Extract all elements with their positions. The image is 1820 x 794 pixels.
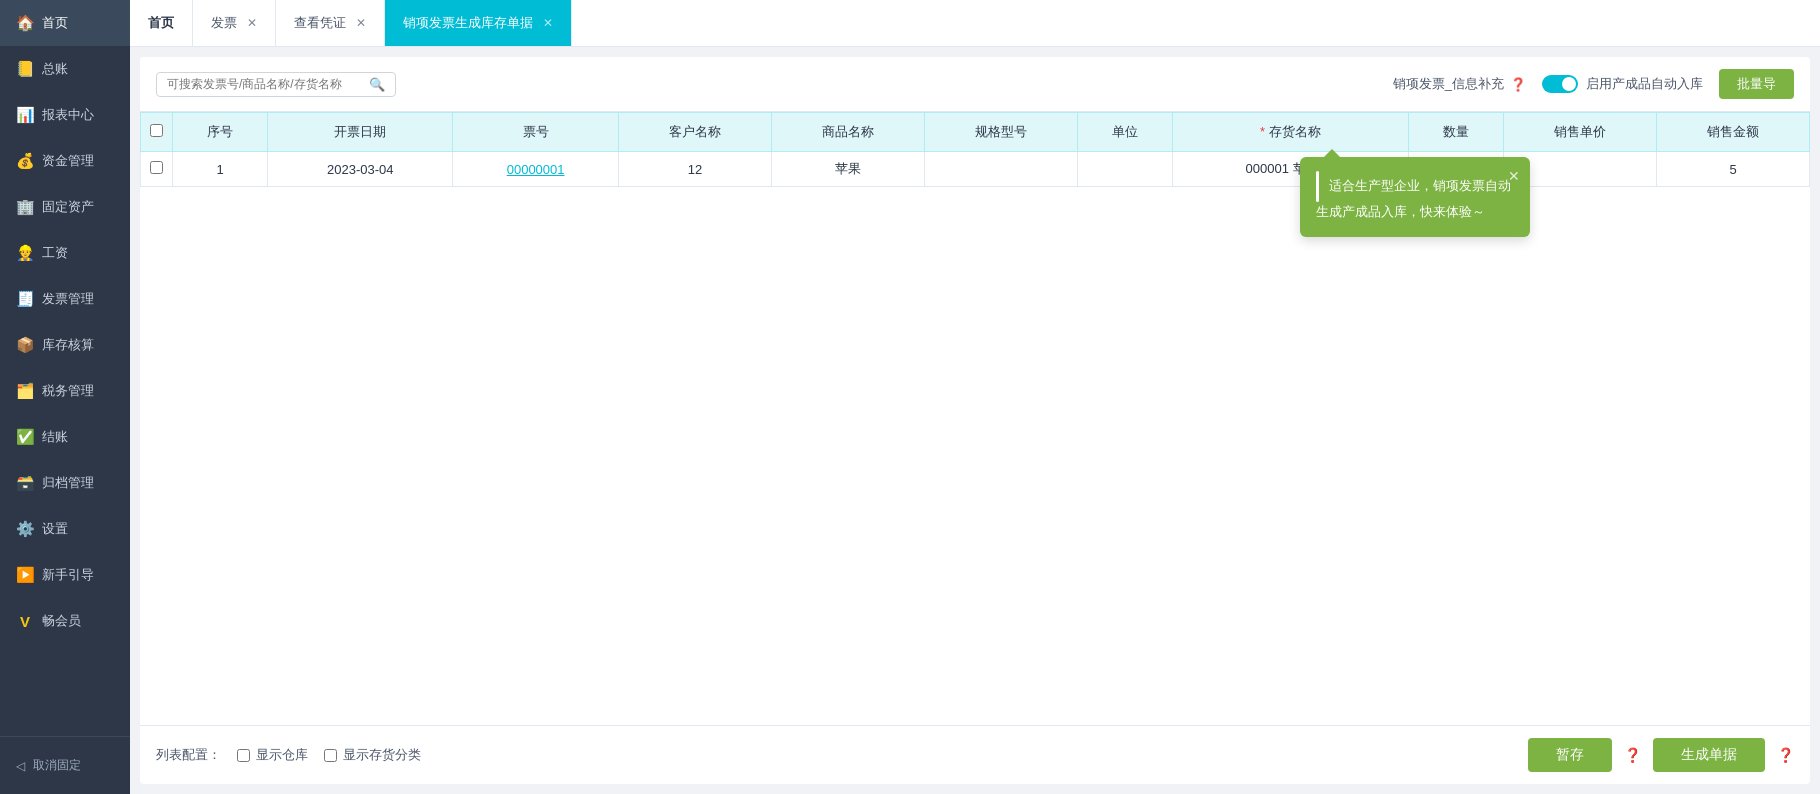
sidebar-item-vip[interactable]: V 畅会员 [0,598,130,644]
row-customer: 12 [619,152,772,187]
footer-buttons: 暂存 ❓ 生成单据 ❓ [1528,738,1794,772]
save-button[interactable]: 暂存 [1528,738,1612,772]
th-checkbox [141,113,173,152]
save-help-icon[interactable]: ❓ [1624,747,1641,763]
tab-view-voucher[interactable]: 查看凭证 ✕ [276,0,385,46]
auto-warehouse-toggle[interactable] [1542,75,1578,93]
reports-icon: 📊 [16,106,34,124]
sidebar-item-funds[interactable]: 💰 资金管理 [0,138,130,184]
ledger-icon: 📒 [16,60,34,78]
sidebar-item-hr[interactable]: 👷 工资 [0,230,130,276]
tooltip-popup: ✕ 适合生产型企业，销项发票自动生成产成品入库，快来体验～ [1300,157,1530,237]
tax-icon: 🗂️ [16,382,34,400]
th-quantity: 数量 [1408,113,1503,152]
invoice-icon: 🧾 [16,290,34,308]
fixed-assets-icon: 🏢 [16,198,34,216]
info-help-icon[interactable]: ❓ [1510,77,1526,92]
tab-sales-invoice[interactable]: 销项发票生成库存单据 ✕ [385,0,572,46]
th-customer: 客户名称 [619,113,772,152]
row-spec [924,152,1077,187]
row-seq: 1 [173,152,268,187]
data-table: 序号 开票日期 票号 客户名称 商品名称 规格型号 单位 存货名称 数量 销售单… [140,112,1810,187]
info-label-area: 销项发票_信息补充 ❓ [1393,75,1526,93]
th-number: 票号 [453,113,619,152]
toggle-area: 启用产成品自动入库 [1542,75,1703,93]
row-checkbox-cell [141,152,173,187]
content-area: 🔍 销项发票_信息补充 ❓ 启用产成品自动入库 批量导 [140,57,1810,784]
sidebar-item-settlement[interactable]: ✅ 结账 [0,414,130,460]
inventory-icon: 📦 [16,336,34,354]
archive-icon: 🗃️ [16,474,34,492]
hr-icon: 👷 [16,244,34,262]
tab-invoice-close[interactable]: ✕ [247,16,257,30]
generate-help-icon[interactable]: ❓ [1777,747,1794,763]
pin-icon: ◁ [16,759,25,773]
show-category-checkbox[interactable] [324,749,337,762]
th-date: 开票日期 [268,113,453,152]
sidebar-bottom: ◁ 取消固定 [0,736,130,794]
tooltip-close-button[interactable]: ✕ [1508,165,1520,187]
main-area: 首页 发票 ✕ 查看凭证 ✕ 销项发票生成库存单据 ✕ 🔍 销项发票_信息补充 … [130,0,1820,794]
th-price: 销售单价 [1504,113,1657,152]
row-amount: 5 [1657,152,1810,187]
search-icon: 🔍 [369,77,385,92]
sidebar-item-tax[interactable]: 🗂️ 税务管理 [0,368,130,414]
table-body: 1 2023-03-04 00000001 12 苹果 000001 苹果 个 … [141,152,1810,187]
select-all-checkbox[interactable] [150,124,163,137]
generate-button[interactable]: 生成单据 [1653,738,1765,772]
batch-import-button[interactable]: 批量导 [1719,69,1794,99]
show-category-group: 显示存货分类 [324,746,421,764]
sidebar-item-inventory[interactable]: 📦 库存核算 [0,322,130,368]
search-input[interactable] [167,77,363,91]
tab-view-voucher-close[interactable]: ✕ [356,16,366,30]
guide-icon: ▶️ [16,566,34,584]
settings-icon: ⚙️ [16,520,34,538]
footer: 列表配置： 显示仓库 显示存货分类 暂存 ❓ 生成单据 ❓ [140,725,1810,784]
table-wrap: 序号 开票日期 票号 客户名称 商品名称 规格型号 单位 存货名称 数量 销售单… [140,112,1810,725]
th-inventory: 存货名称 [1172,113,1408,152]
toolbar: 🔍 销项发票_信息补充 ❓ 启用产成品自动入库 批量导 [140,57,1810,112]
th-seq: 序号 [173,113,268,152]
tab-invoice[interactable]: 发票 ✕ [193,0,276,46]
row-number[interactable]: 00000001 [453,152,619,187]
funds-icon: 💰 [16,152,34,170]
sidebar-item-home[interactable]: 🏠 首页 [0,0,130,46]
table-row: 1 2023-03-04 00000001 12 苹果 000001 苹果 个 … [141,152,1810,187]
sidebar-item-invoice-mgmt[interactable]: 🧾 发票管理 [0,276,130,322]
home-icon: 🏠 [16,14,34,32]
row-checkbox[interactable] [150,161,163,174]
sidebar-item-reports[interactable]: 📊 报表中心 [0,92,130,138]
show-warehouse-checkbox[interactable] [237,749,250,762]
show-warehouse-group: 显示仓库 [237,746,308,764]
sidebar-item-settings[interactable]: ⚙️ 设置 [0,506,130,552]
th-spec: 规格型号 [924,113,1077,152]
vip-icon: V [16,613,34,630]
row-product: 苹果 [771,152,924,187]
tab-bar: 首页 发票 ✕ 查看凭证 ✕ 销项发票生成库存单据 ✕ [130,0,1820,47]
tab-home[interactable]: 首页 [130,0,193,46]
th-amount: 销售金额 [1657,113,1810,152]
row-unit [1077,152,1172,187]
sidebar-item-ledger[interactable]: 📒 总账 [0,46,130,92]
row-date: 2023-03-04 [268,152,453,187]
sidebar-item-guide[interactable]: ▶️ 新手引导 [0,552,130,598]
th-unit: 单位 [1077,113,1172,152]
sidebar: 🏠 首页 📒 总账 📊 报表中心 💰 资金管理 🏢 固定资产 👷 工资 🧾 发票… [0,0,130,794]
th-product: 商品名称 [771,113,924,152]
settlement-icon: ✅ [16,428,34,446]
tab-sales-invoice-close[interactable]: ✕ [543,16,553,30]
table-header-row: 序号 开票日期 票号 客户名称 商品名称 规格型号 单位 存货名称 数量 销售单… [141,113,1810,152]
pin-button[interactable]: ◁ 取消固定 [0,747,130,784]
search-box[interactable]: 🔍 [156,72,396,97]
sidebar-item-fixed-assets[interactable]: 🏢 固定资产 [0,184,130,230]
sidebar-item-archive[interactable]: 🗃️ 归档管理 [0,460,130,506]
